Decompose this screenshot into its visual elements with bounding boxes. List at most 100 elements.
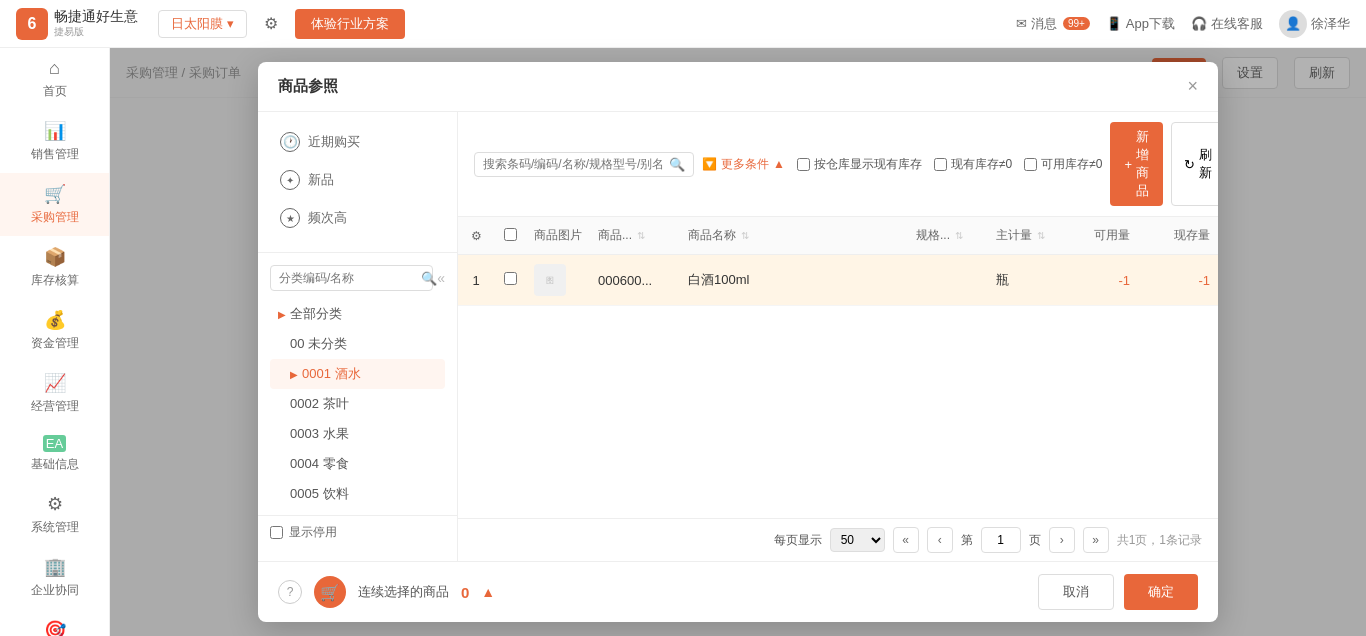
help-icon[interactable]: ? [278,580,302,604]
category-search-input[interactable] [270,265,433,291]
product-search-input[interactable] [483,157,665,171]
cancel-button[interactable]: 取消 [1038,574,1114,610]
sidebar-item-purchase[interactable]: 🛒 采购管理 [0,173,109,236]
online-service-button[interactable]: 🎧 在线客服 [1191,15,1263,33]
collapse-left-icon[interactable]: « [437,270,445,286]
row-check[interactable] [494,255,526,306]
right-toolbar-actions: + 新增商品 ↻ 刷新 [1110,122,1218,206]
sidebar-item-inventory[interactable]: 📦 库存核算 [0,236,109,299]
app-download-label: App下载 [1126,15,1175,33]
modal-left-panel: 🕐 近期购买 ✦ 新品 ★ 频次高 [258,112,458,561]
message-badge: 99+ [1063,17,1090,30]
col-header-unit[interactable]: 主计量 ⇅ [988,217,1058,255]
sidebar-item-finance[interactable]: 💰 资金管理 [0,299,109,362]
page-label-after: 页 [1029,532,1041,549]
col-header-name[interactable]: 商品名称 ⇅ [680,217,908,255]
tree-label-0002: 0002 茶叶 [290,395,349,413]
tab-frequent-label: 频次高 [308,209,347,227]
experience-button[interactable]: 体验行业方案 [295,9,405,39]
user-avatar[interactable]: 👤 徐泽华 [1279,10,1350,38]
system-icon: ⚙ [47,493,63,515]
page-size-select[interactable]: 50 10 20 100 [830,528,885,552]
row-checkbox[interactable] [504,272,517,285]
col-header-avail: 可用量 [1058,217,1138,255]
message-label: 消息 [1031,15,1057,33]
row-spec [908,255,988,306]
tree-item-0001[interactable]: ▶ 0001 酒水 [270,359,445,389]
first-page-button[interactable]: « [893,527,919,553]
add-product-button[interactable]: + 新增商品 [1110,122,1163,206]
tree-item-00[interactable]: 00 未分类 [270,329,445,359]
table-settings-icon[interactable]: ⚙ [471,229,482,243]
refresh-button[interactable]: ↻ 刷新 [1171,122,1218,206]
tab-frequent[interactable]: ★ 频次高 [270,200,445,236]
tree-item-0002[interactable]: 0002 茶叶 [270,389,445,419]
checkbox-nonzero-avail[interactable]: 可用库存≠0 [1024,156,1102,173]
dropdown-chevron-icon: ▾ [227,16,234,31]
product-search-icon[interactable]: 🔍 [669,157,685,172]
table-row[interactable]: 1 图 [458,255,1218,306]
checkbox-by-warehouse-input[interactable] [797,158,810,171]
product-thumbnail: 图 [534,264,566,296]
tab-new-label: 新品 [308,171,334,189]
sidebar-item-enterprise[interactable]: 🏢 企业协同 [0,546,109,609]
settings-icon[interactable]: ⚙ [255,8,287,40]
sidebar-item-label-basic: 基础信息 [31,456,79,473]
checkbox-by-warehouse[interactable]: 按仓库显示现有库存 [797,156,922,173]
selected-label: 连续选择的商品 [358,583,449,601]
checkbox-nonzero-avail-input[interactable] [1024,158,1037,171]
company-dropdown[interactable]: 日太阳膜 ▾ [158,10,247,38]
confirm-button[interactable]: 确定 [1124,574,1198,610]
col-header-gear: ⚙ [458,217,494,255]
prev-page-button[interactable]: ‹ [927,527,953,553]
next-page-button[interactable]: › [1049,527,1075,553]
sidebar-item-basic[interactable]: EA 基础信息 [0,425,109,483]
tab-new-products[interactable]: ✦ 新品 [270,162,445,198]
tree-item-all[interactable]: ▶ 全部分类 [270,299,445,329]
sidebar-item-label-finance: 资金管理 [31,335,79,352]
modal-close-button[interactable]: × [1187,76,1198,97]
footer-right: 取消 确定 [1038,574,1198,610]
show-disabled-input[interactable] [270,526,283,539]
checkbox-nonzero-stock-input[interactable] [934,158,947,171]
category-search-wrap: 🔍 « [258,265,457,291]
filter-checkboxes: 按仓库显示现有库存 现有库存≠0 可用库存≠0 [797,156,1103,173]
tree-item-0003[interactable]: 0003 水果 [270,419,445,449]
last-page-button[interactable]: » [1083,527,1109,553]
collapse-up-icon[interactable]: ▲ [481,584,495,600]
select-all-checkbox[interactable] [504,228,517,241]
cart-icon[interactable]: 🛒 [314,576,346,608]
show-disabled-checkbox[interactable]: 显示停用 [270,524,445,541]
filter-label: 更多条件 [721,156,769,173]
tree-label-0001: 0001 酒水 [302,365,361,383]
sidebar-item-operation[interactable]: 📈 经营管理 [0,362,109,425]
inventory-icon: 📦 [44,246,66,268]
tree-item-0005[interactable]: 0005 饮料 [270,479,445,509]
checkbox-by-warehouse-label: 按仓库显示现有库存 [814,156,922,173]
tree-item-0004[interactable]: 0004 零食 [270,449,445,479]
tab-recent-purchase[interactable]: 🕐 近期购买 [270,124,445,160]
enterprise-icon: 🏢 [44,556,66,578]
sidebar-item-sales[interactable]: 📊 销售管理 [0,110,109,173]
current-page-input[interactable] [981,527,1021,553]
checkbox-nonzero-stock-label: 现有库存≠0 [951,156,1012,173]
row-num: 1 [458,255,494,306]
sidebar-item-guide[interactable]: 🎯 新手引导 [0,609,109,636]
checkbox-nonzero-stock[interactable]: 现有库存≠0 [934,156,1012,173]
sidebar-item-home[interactable]: ⌂ 首页 [0,48,109,110]
right-toolbar: 🔍 🔽 更多条件 ▲ 按仓库显示现有库存 [458,112,1218,217]
more-filter-button[interactable]: 🔽 更多条件 ▲ [702,156,785,173]
sort-name-icon: ⇅ [741,230,749,241]
product-search-wrap: 🔍 [474,152,694,177]
sales-icon: 📊 [44,120,66,142]
category-search-icon[interactable]: 🔍 [421,271,437,286]
col-header-stock: 现存量 [1138,217,1218,255]
tree-label-00: 00 未分类 [290,335,347,353]
app-download-button[interactable]: 📱 App下载 [1106,15,1175,33]
sidebar-item-label-inventory: 库存核算 [31,272,79,289]
col-header-spec[interactable]: 规格... ⇅ [908,217,988,255]
sidebar-item-system[interactable]: ⚙ 系统管理 [0,483,109,546]
message-button[interactable]: ✉ 消息 99+ [1016,15,1090,33]
modal-body: 🕐 近期购买 ✦ 新品 ★ 频次高 [258,112,1218,561]
col-header-code[interactable]: 商品... ⇅ [590,217,680,255]
